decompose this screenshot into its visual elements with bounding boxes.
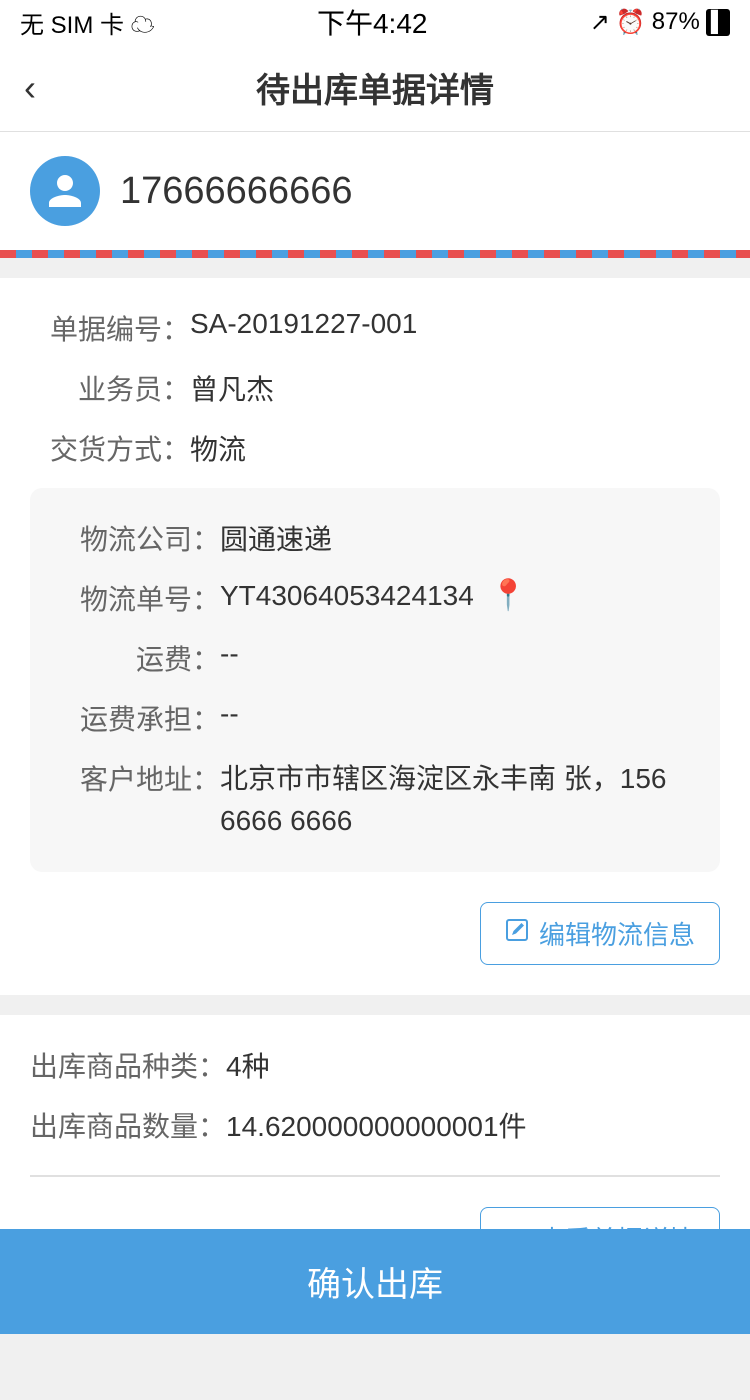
- edit-logistics-label: 编辑物流信息: [539, 915, 695, 952]
- logistics-address-row: 客户地址： 北京市市辖区海淀区永丰南 张，156 6666 6666: [60, 758, 690, 842]
- status-time: 下午4:42: [317, 2, 428, 42]
- edit-btn-container: 编辑物流信息: [30, 902, 720, 965]
- doc-no-row: 单据编号： SA-20191227-001: [30, 308, 720, 348]
- user-avatar-icon: [45, 171, 85, 211]
- edit-logistics-button[interactable]: 编辑物流信息: [480, 902, 720, 965]
- section-divider: [30, 1175, 720, 1177]
- outbound-quantity-row: 出库商品数量： 14.620000000000001件: [30, 1105, 720, 1145]
- delivery-row: 交货方式： 物流: [30, 428, 720, 468]
- logistics-card: 物流公司： 圆通速递 物流单号： YT43064053424134 📍 运费： …: [30, 488, 720, 872]
- confirm-outbound-button[interactable]: 确认出库: [28, 1257, 722, 1306]
- location-status-icon: ↗: [590, 8, 610, 37]
- logistics-company-value: 圆通速递: [220, 518, 690, 558]
- edit-icon: [505, 918, 529, 949]
- logistics-address-value: 北京市市辖区海淀区永丰南 张，156 6666 6666: [220, 758, 690, 842]
- logistics-freight-bearer-row: 运费承担： --: [60, 698, 690, 738]
- logistics-company-row: 物流公司： 圆通速递: [60, 518, 690, 558]
- tracking-location-icon[interactable]: 📍: [490, 578, 527, 613]
- logistics-freight-label: 运费：: [60, 638, 220, 678]
- logistics-tracking-row: 物流单号： YT43064053424134 📍: [60, 578, 690, 618]
- delivery-value: 物流: [190, 428, 720, 468]
- doc-no-label: 单据编号：: [30, 308, 190, 348]
- nav-bar: ‹ 待出库单据详情: [0, 44, 750, 132]
- status-left: 无 SIM 卡 ☁: [20, 5, 155, 40]
- logistics-freight-value: --: [220, 638, 690, 670]
- confirm-area: 确认出库: [0, 1229, 750, 1334]
- logistics-company-label: 物流公司：: [60, 518, 220, 558]
- logistics-address-label: 客户地址：: [60, 758, 220, 798]
- avatar: [30, 156, 100, 226]
- salesman-label: 业务员：: [30, 368, 190, 408]
- outbound-types-value: 4种: [226, 1045, 720, 1085]
- outbound-quantity-label: 出库商品数量：: [30, 1105, 226, 1145]
- sim-status: 无 SIM 卡 ☁: [20, 5, 155, 40]
- battery-level: 87%: [652, 8, 700, 36]
- logistics-tracking-label: 物流单号：: [60, 578, 220, 618]
- logistics-freight-bearer-label: 运费承担：: [60, 698, 220, 738]
- logistics-freight-bearer-value: --: [220, 698, 690, 730]
- outbound-quantity-value: 14.620000000000001件: [226, 1105, 720, 1145]
- alarm-icon: ⏰: [616, 8, 646, 37]
- back-button[interactable]: ‹: [24, 67, 36, 109]
- logistics-freight-row: 运费： --: [60, 638, 690, 678]
- customer-header: 17666666666: [0, 132, 750, 250]
- logistics-tracking-value: YT43064053424134 📍: [220, 578, 690, 613]
- battery-icon: ▌: [706, 9, 730, 36]
- delivery-label: 交货方式：: [30, 428, 190, 468]
- doc-no-value: SA-20191227-001: [190, 308, 720, 340]
- salesman-row: 业务员： 曾凡杰: [30, 368, 720, 408]
- dashed-separator: [0, 250, 750, 258]
- doc-info-section: 单据编号： SA-20191227-001 业务员： 曾凡杰 交货方式： 物流 …: [0, 278, 750, 995]
- nav-title: 待出库单据详情: [256, 63, 494, 112]
- salesman-value: 曾凡杰: [190, 368, 720, 408]
- status-right: ↗ ⏰ 87% ▌: [590, 8, 730, 37]
- customer-phone: 17666666666: [120, 170, 352, 213]
- outbound-types-row: 出库商品种类： 4种: [30, 1045, 720, 1085]
- outbound-types-label: 出库商品种类：: [30, 1045, 226, 1085]
- status-bar: 无 SIM 卡 ☁ 下午4:42 ↗ ⏰ 87% ▌: [0, 0, 750, 44]
